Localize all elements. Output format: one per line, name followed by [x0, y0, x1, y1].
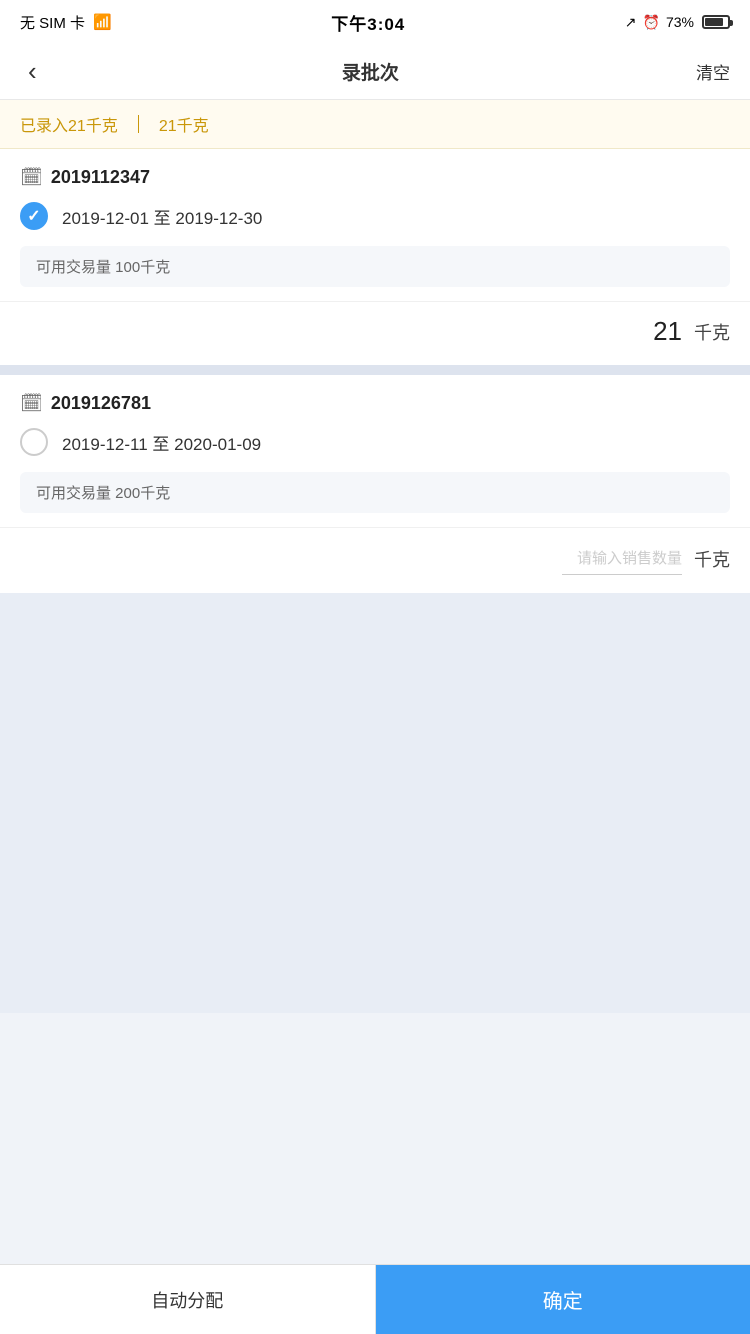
carrier-label: 无 SIM 卡: [20, 12, 85, 33]
status-left: 无 SIM 卡 📶: [20, 12, 112, 33]
radio-btn-1[interactable]: [20, 202, 48, 230]
card-separator: [0, 365, 750, 375]
status-bar: 无 SIM 卡 📶 下午3:04 ↗ ⏰ 73%: [0, 0, 750, 44]
summary-divider: [138, 115, 139, 133]
batch-date-1: 2019-12-01 至 2019-12-30: [62, 204, 262, 229]
batch-card-2: 🗓 2019126781 2019-12-11 至 2020-01-09 可用交…: [0, 375, 750, 593]
location-icon: ↗: [625, 14, 637, 31]
qty-input-2[interactable]: [562, 542, 682, 575]
batch-icon-2: 🗓: [20, 393, 43, 414]
bottom-bar: 自动分配 确定: [0, 1264, 750, 1334]
batch-id-1: 2019112347: [51, 167, 150, 188]
summary-bar: 已录入21千克 21千克: [0, 100, 750, 149]
input-row-1: 21 千克: [0, 301, 750, 365]
status-time: 下午3:04: [331, 10, 405, 35]
clear-button[interactable]: 清空: [696, 59, 730, 84]
qty-unit-2: 千克: [694, 546, 730, 572]
batch-card-1: 🗓 2019112347 2019-12-01 至 2019-12-30 可用交…: [0, 149, 750, 365]
status-right: ↗ ⏰ 73%: [625, 14, 730, 31]
qty-unit-1: 千克: [694, 319, 730, 345]
page-title: 录批次: [342, 58, 399, 85]
input-row-2[interactable]: 千克: [0, 527, 750, 593]
back-button[interactable]: ‹: [20, 48, 45, 95]
qty-value-1: 21: [622, 316, 682, 347]
available-qty-2: 可用交易量 200千克: [20, 472, 730, 513]
nav-bar: ‹ 录批次 清空: [0, 44, 750, 100]
battery-icon: [702, 15, 730, 29]
batch-header-2: 🗓 2019126781: [0, 375, 750, 420]
batch-header-1: 🗓 2019112347: [0, 149, 750, 194]
battery-label: 73%: [666, 14, 694, 30]
summary-total: 21千克: [159, 112, 209, 136]
wifi-icon: 📶: [93, 13, 112, 31]
batch-date-row-1: 2019-12-01 至 2019-12-30: [0, 194, 750, 238]
batch-date-row-2: 2019-12-11 至 2020-01-09: [0, 420, 750, 464]
available-qty-1: 可用交易量 100千克: [20, 246, 730, 287]
auto-distribute-button[interactable]: 自动分配: [0, 1265, 376, 1334]
summary-recorded: 已录入21千克: [20, 112, 118, 136]
radio-btn-2[interactable]: [20, 428, 48, 456]
alarm-icon: ⏰: [643, 14, 660, 31]
confirm-button[interactable]: 确定: [376, 1265, 750, 1334]
batch-date-2: 2019-12-11 至 2020-01-09: [62, 430, 261, 455]
batch-id-2: 2019126781: [51, 393, 151, 414]
batch-icon-1: 🗓: [20, 167, 43, 188]
empty-area: [0, 593, 750, 1013]
